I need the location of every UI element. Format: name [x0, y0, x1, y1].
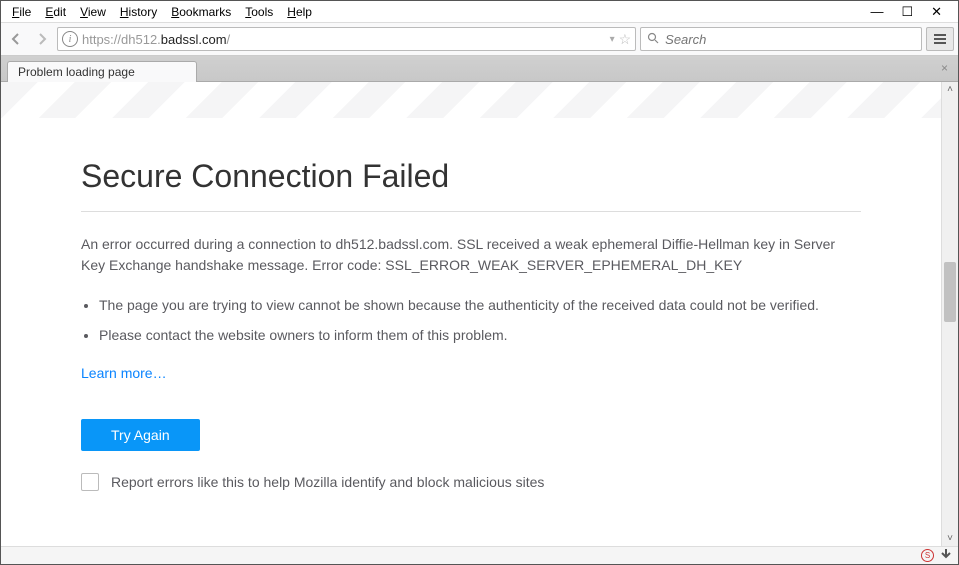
tab-close-icon[interactable]: × — [941, 61, 948, 75]
tab-active[interactable]: Problem loading page — [7, 61, 197, 82]
close-window-button[interactable]: ✕ — [931, 4, 942, 20]
menu-bookmarks[interactable]: Bookmarks — [164, 3, 238, 21]
search-input[interactable] — [665, 32, 915, 47]
menu-help[interactable]: Help — [280, 3, 319, 21]
error-bullet: Please contact the website owners to inf… — [99, 324, 861, 346]
error-title: Secure Connection Failed — [81, 158, 861, 195]
menu-file[interactable]: File — [5, 3, 38, 21]
content-area: Secure Connection Failed An error occurr… — [1, 82, 958, 546]
error-bullet: The page you are trying to view cannot b… — [99, 294, 861, 316]
toolbar: i https://dh512.badssl.com/ ▾ ☆ — [1, 23, 958, 56]
tab-bar: Problem loading page × — [1, 56, 958, 82]
menu-view[interactable]: View — [73, 3, 113, 21]
noscript-icon[interactable]: S — [921, 549, 934, 562]
divider — [81, 211, 861, 212]
scroll-track[interactable] — [942, 97, 958, 531]
menubar: File Edit View History Bookmarks Tools H… — [1, 1, 958, 23]
hamburger-menu[interactable] — [926, 27, 954, 51]
vertical-scrollbar[interactable]: ˄ ˅ — [941, 82, 958, 546]
url-domain: badssl.com — [161, 32, 227, 47]
menu-tools[interactable]: Tools — [238, 3, 280, 21]
scroll-up-icon[interactable]: ˄ — [947, 82, 953, 97]
scroll-thumb[interactable] — [944, 262, 956, 322]
url-path: / — [227, 32, 231, 47]
report-checkbox[interactable] — [81, 473, 99, 491]
report-label: Report errors like this to help Mozilla … — [111, 474, 544, 490]
maximize-button[interactable]: ☐ — [901, 4, 913, 20]
error-page: Secure Connection Failed An error occurr… — [1, 118, 941, 511]
menu-history[interactable]: History — [113, 3, 164, 21]
url-text: https://dh512.badssl.com/ — [82, 32, 606, 47]
search-bar[interactable] — [640, 27, 922, 51]
learn-more-link[interactable]: Learn more… — [81, 365, 167, 381]
url-prefix: https://dh512. — [82, 32, 161, 47]
report-errors-row: Report errors like this to help Mozilla … — [81, 473, 861, 491]
url-bar[interactable]: i https://dh512.badssl.com/ ▾ ☆ — [57, 27, 636, 51]
site-info-icon[interactable]: i — [62, 31, 78, 47]
search-icon — [647, 32, 659, 47]
scroll-down-icon[interactable]: ˅ — [947, 531, 953, 546]
menu-edit[interactable]: Edit — [38, 3, 73, 21]
tab-title: Problem loading page — [18, 65, 135, 79]
error-bullets: The page you are trying to view cannot b… — [81, 294, 861, 347]
back-button[interactable] — [5, 28, 27, 50]
forward-button[interactable] — [31, 28, 53, 50]
status-bar: S — [1, 546, 958, 564]
minimize-button[interactable]: — — [870, 4, 883, 19]
error-description: An error occurred during a connection to… — [81, 234, 861, 276]
download-arrow-icon[interactable] — [940, 548, 952, 563]
dropdown-icon[interactable]: ▾ — [610, 34, 615, 45]
try-again-button[interactable]: Try Again — [81, 419, 200, 451]
warning-stripe — [1, 82, 941, 118]
window-controls: — ☐ ✕ — [870, 4, 954, 20]
bookmark-star-icon[interactable]: ☆ — [619, 31, 632, 48]
